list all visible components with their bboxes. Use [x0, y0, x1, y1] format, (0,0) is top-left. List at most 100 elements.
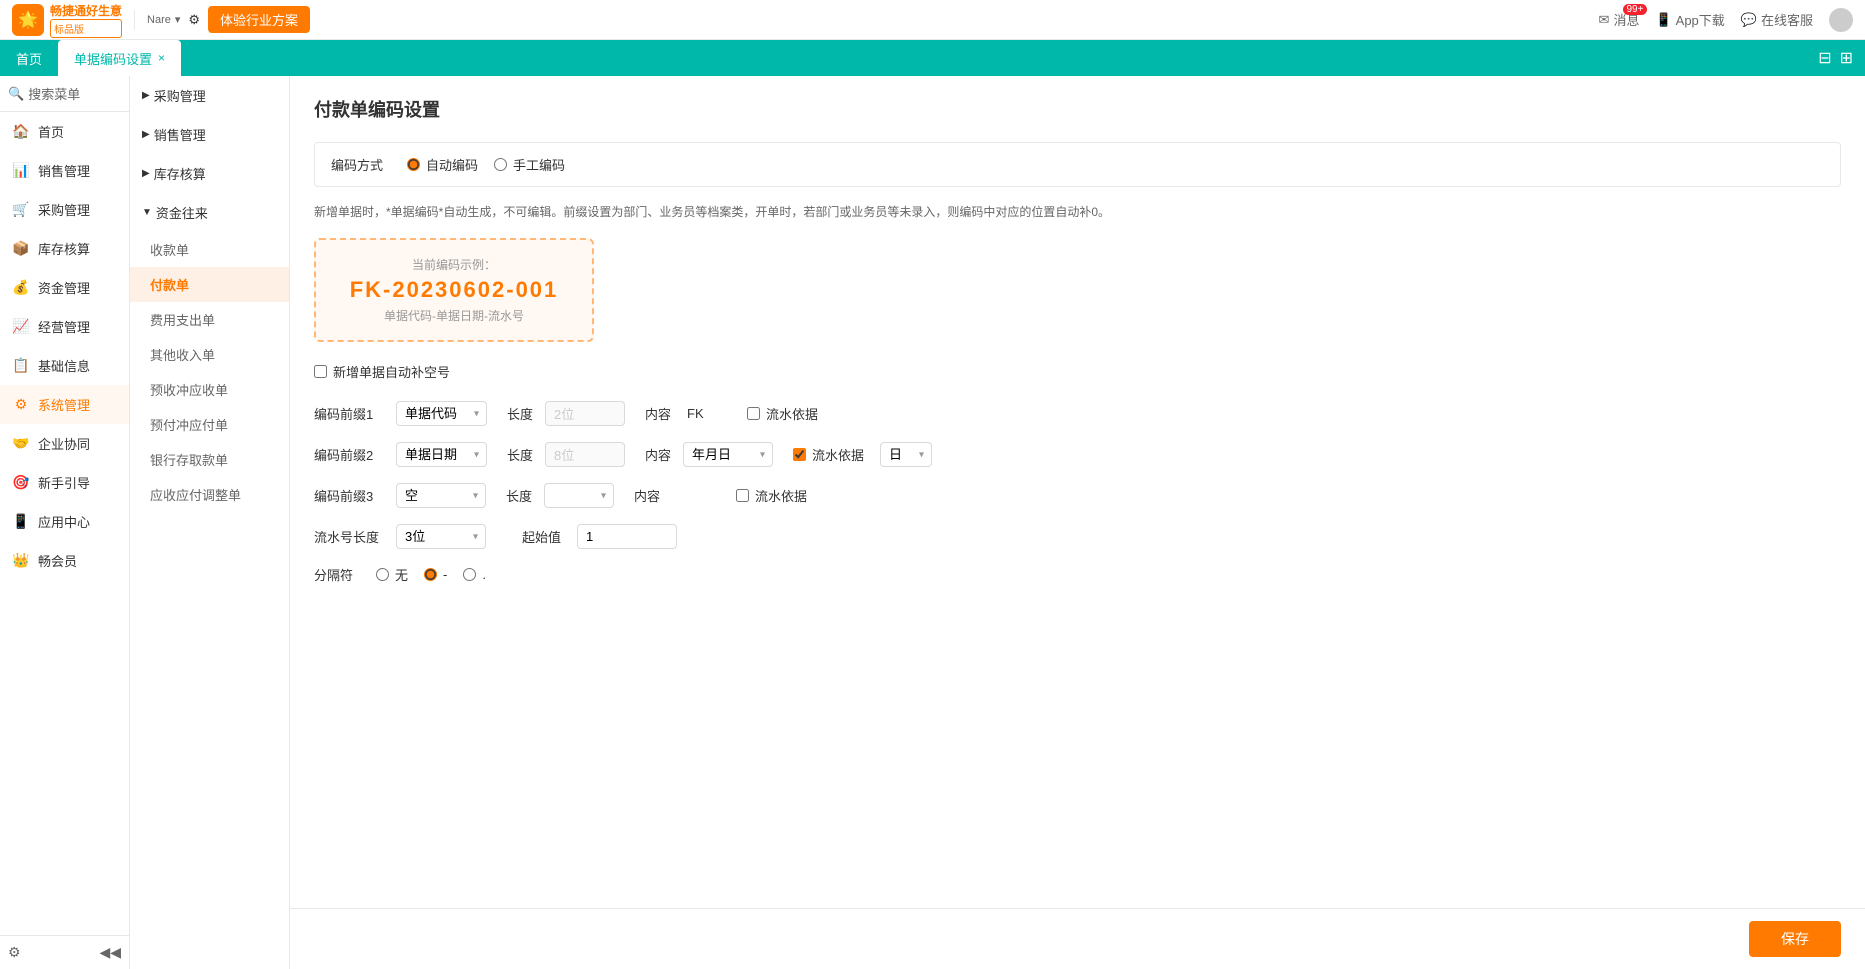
avatar[interactable]: [1829, 8, 1853, 32]
prefix3-select[interactable]: 空: [396, 483, 486, 508]
serial-start-input[interactable]: [577, 524, 677, 549]
prefix2-day-select-wrapper: 日: [880, 442, 932, 467]
workspace-dropdown[interactable]: Nare ▾: [147, 13, 180, 26]
newbie-icon: 🎯: [12, 474, 30, 492]
home-icon: 🏠: [12, 123, 30, 141]
separator-none-radio[interactable]: 无: [376, 565, 408, 584]
separator-row: 分隔符 无 - .: [314, 565, 1841, 584]
prefix1-select-wrapper: 单据代码: [396, 401, 487, 426]
system-icon: ⚙: [12, 396, 30, 414]
prefix1-serial-checkbox[interactable]: 流水依据: [747, 404, 818, 423]
separator-dot-radio[interactable]: .: [463, 567, 486, 582]
prefix2-length-input[interactable]: [545, 442, 625, 467]
arrow-icon: ▶: [142, 90, 150, 101]
membership-icon: 👑: [12, 552, 30, 570]
manual-encode-radio[interactable]: 手工编码: [494, 155, 565, 174]
prefix2-content-label: 内容: [645, 445, 671, 464]
prefix2-serial-checkbox[interactable]: 流水依据: [793, 445, 864, 464]
header-right: ✉ 消息 99+ 📱 App下载 💬 在线客服: [1599, 8, 1853, 32]
settings-icon-btn[interactable]: ⚙: [188, 12, 200, 28]
prefix3-label: 编码前缀3: [314, 486, 384, 505]
main-layout: 🔍 搜索菜单 🏠 首页 📊 销售管理 🛒 采购管理 📦 库存核算 💰: [0, 76, 1865, 969]
collapse-sidebar-btn[interactable]: ◀◀: [99, 944, 121, 961]
prefix2-row: 编码前缀2 单据日期 长度 内容 年月日 流水依据: [314, 442, 1841, 467]
prefix3-row: 编码前缀3 空 长度 内容 流水依据: [314, 483, 1841, 508]
sidebar-item-basic[interactable]: 📋 基础信息: [0, 346, 129, 385]
sidebar-item-newbie[interactable]: 🎯 新手引导: [0, 463, 129, 502]
sidebar-item-purchase[interactable]: 🛒 采购管理: [0, 190, 129, 229]
save-button[interactable]: 保存: [1749, 921, 1841, 957]
sidebar-item-home[interactable]: 🏠 首页: [0, 112, 129, 151]
serial-length-select[interactable]: 3位: [396, 524, 486, 549]
sub-item-adjustment[interactable]: 应收应付调整单: [130, 477, 289, 512]
sub-group-sales-title[interactable]: ▶ 销售管理: [130, 115, 289, 154]
sub-group-sales: ▶ 销售管理: [130, 115, 289, 154]
sub-item-payment[interactable]: 付款单: [130, 267, 289, 302]
serial-length-select-wrapper: 3位: [396, 524, 486, 549]
sub-group-inventory-title[interactable]: ▶ 库存核算: [130, 154, 289, 193]
auto-fill-checkbox[interactable]: [314, 365, 327, 378]
serial-start-label: 起始值: [522, 527, 561, 546]
prefix3-length-select[interactable]: [544, 483, 614, 508]
sub-item-advance-receivable[interactable]: 预收冲应收单: [130, 372, 289, 407]
encoding-method-label: 编码方式: [331, 155, 383, 174]
tab-home[interactable]: 首页: [0, 40, 58, 76]
auto-encode-radio[interactable]: 自动编码: [407, 155, 478, 174]
prefix2-content-select[interactable]: 年月日: [683, 442, 773, 467]
tab-minimize-btn[interactable]: ⊟: [1818, 48, 1831, 68]
sidebar-bottom: ⚙ ◀◀: [0, 935, 129, 969]
separator-dash-radio[interactable]: -: [424, 567, 447, 582]
sidebar-search[interactable]: 🔍 搜索菜单: [0, 76, 129, 112]
message-btn[interactable]: ✉ 消息 99+: [1599, 10, 1640, 29]
sidebar-item-membership[interactable]: 👑 畅会员: [0, 541, 129, 580]
tab-maximize-btn[interactable]: ⊞: [1840, 48, 1853, 68]
brand-logo: 🌟 畅捷通好生意 标品版: [12, 2, 122, 38]
auto-fill-row: 新增单据自动补空号: [314, 362, 1841, 381]
sub-item-advance-payable[interactable]: 预付冲应付单: [130, 407, 289, 442]
tab-voucher-code[interactable]: 单据编码设置 ×: [58, 40, 181, 76]
sidebar-item-inventory[interactable]: 📦 库存核算: [0, 229, 129, 268]
code-preview-label: 当前编码示例：: [340, 256, 568, 273]
sub-item-expense[interactable]: 费用支出单: [130, 302, 289, 337]
prefix2-length-label: 长度: [507, 445, 533, 464]
prefix1-content-value: FK: [687, 406, 727, 421]
prefix3-serial-checkbox[interactable]: 流水依据: [736, 486, 807, 505]
sidebar-nav: 🏠 首页 📊 销售管理 🛒 采购管理 📦 库存核算 💰 资金管理 📈 经: [0, 112, 129, 935]
sub-group-finance-title[interactable]: ▼ 资金往来: [130, 193, 289, 232]
info-text: 新增单据时，*单据编码*自动生成，不可编辑。前缀设置为部门、业务员等档案类，开单…: [314, 203, 1841, 222]
industry-btn[interactable]: 体验行业方案: [208, 6, 310, 33]
prefix1-row: 编码前缀1 单据代码 长度 内容 FK 流水依据: [314, 401, 1841, 426]
online-service-btn[interactable]: 💬 在线客服: [1741, 10, 1813, 29]
sidebar-item-finance[interactable]: 💰 资金管理: [0, 268, 129, 307]
sidebar-item-sales[interactable]: 📊 销售管理: [0, 151, 129, 190]
arrow-icon-expand: ▼: [142, 207, 152, 218]
sub-group-inventory: ▶ 库存核算: [130, 154, 289, 193]
sub-item-bank[interactable]: 银行存取款单: [130, 442, 289, 477]
sub-group-purchase-title[interactable]: ▶ 采购管理: [130, 76, 289, 115]
tab-close-icon[interactable]: ×: [158, 51, 165, 65]
prefix1-content-label: 内容: [645, 404, 671, 423]
sidebar-item-cooperation[interactable]: 🤝 企业协同: [0, 424, 129, 463]
sidebar-item-operations[interactable]: 📈 经营管理: [0, 307, 129, 346]
sub-item-receipt[interactable]: 收款单: [130, 232, 289, 267]
prefix2-label: 编码前缀2: [314, 445, 384, 464]
brand-icon: 🌟: [12, 4, 44, 36]
prefix1-select[interactable]: 单据代码: [396, 401, 487, 426]
apps-icon: 📱: [12, 513, 30, 531]
auto-fill-label: 新增单据自动补空号: [333, 362, 450, 381]
serial-row: 流水号长度 3位 起始值: [314, 524, 1841, 549]
sidebar-item-apps[interactable]: 📱 应用中心: [0, 502, 129, 541]
left-sidebar: 🔍 搜索菜单 🏠 首页 📊 销售管理 🛒 采购管理 📦 库存核算 💰: [0, 76, 130, 969]
code-preview-sub: 单据代码-单据日期-流水号: [340, 307, 568, 324]
sidebar-item-system[interactable]: ⚙ 系统管理: [0, 385, 129, 424]
prefix1-label: 编码前缀1: [314, 404, 384, 423]
prefix2-select[interactable]: 单据日期: [396, 442, 487, 467]
prefix1-length-input[interactable]: [545, 401, 625, 426]
prefix3-content-label: 内容: [634, 486, 660, 505]
inventory-icon: 📦: [12, 240, 30, 258]
basic-icon: 📋: [12, 357, 30, 375]
settings-bottom-btn[interactable]: ⚙: [8, 944, 21, 961]
app-download-btn[interactable]: 📱 App下载: [1655, 10, 1724, 29]
prefix2-day-select[interactable]: 日: [880, 442, 932, 467]
sub-item-other-income[interactable]: 其他收入单: [130, 337, 289, 372]
